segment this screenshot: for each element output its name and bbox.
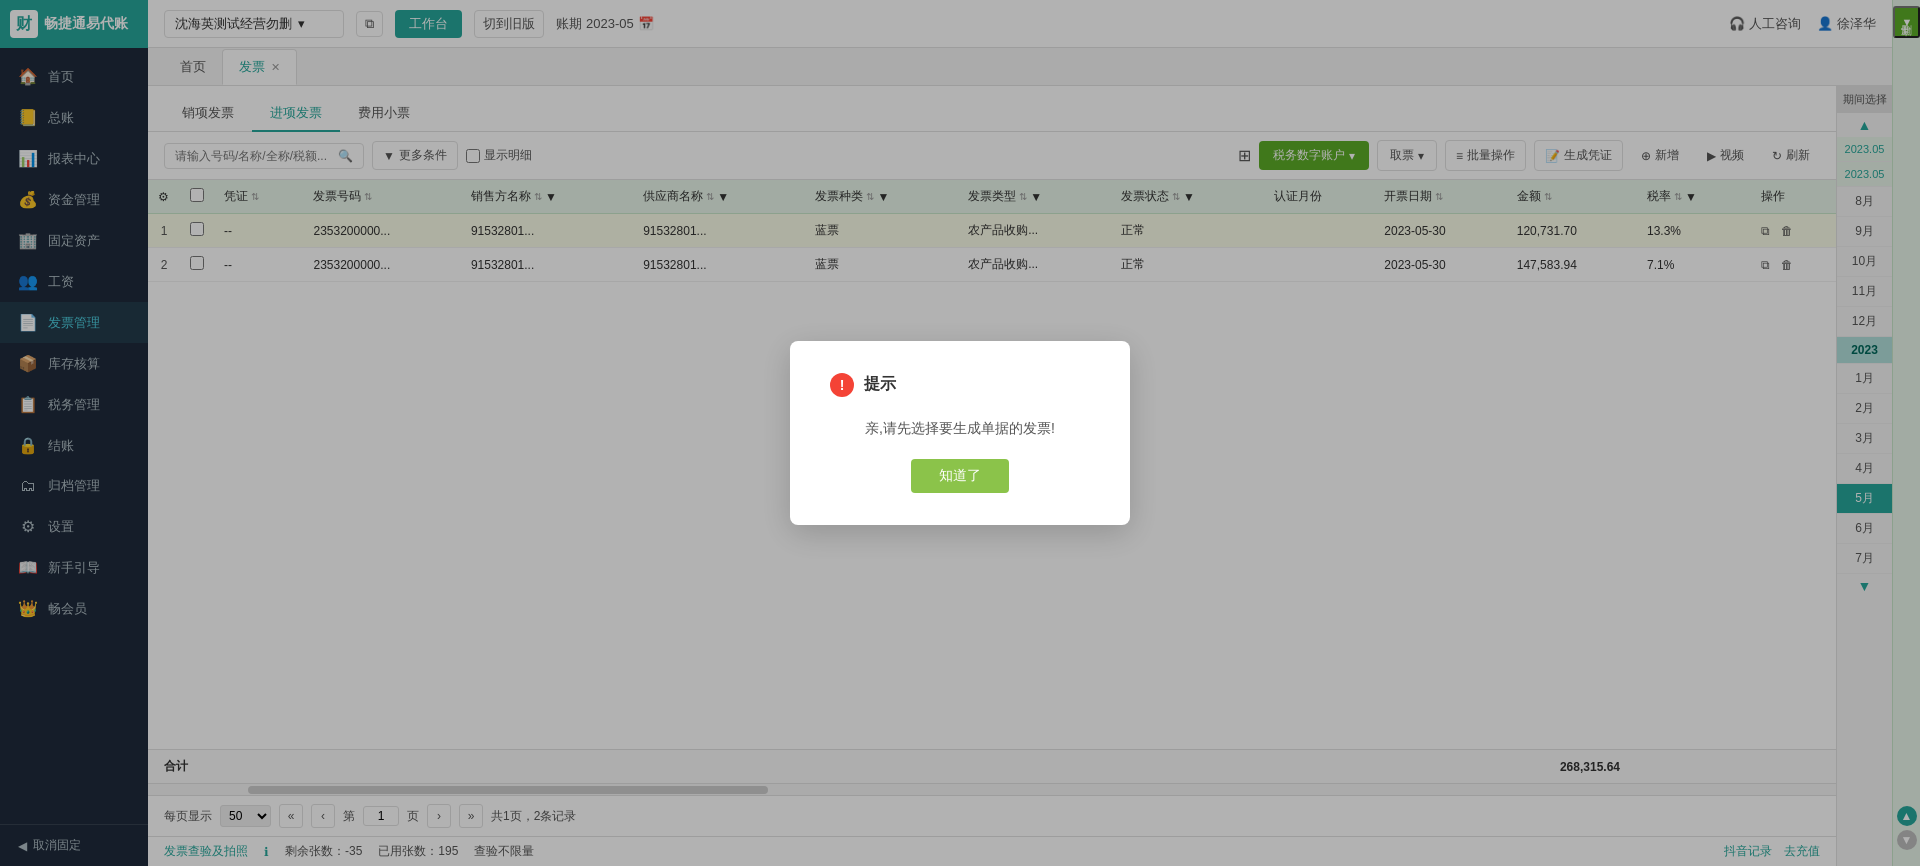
modal-title: 提示 <box>864 374 896 395</box>
modal-header: ! 提示 <box>830 373 896 397</box>
modal-dialog: ! 提示 亲,请先选择要生成单据的发票! 知道了 <box>790 341 1130 525</box>
modal-body: 亲,请先选择要生成单据的发票! <box>865 417 1055 439</box>
modal-overlay: ! 提示 亲,请先选择要生成单据的发票! 知道了 <box>0 0 1920 866</box>
warning-icon: ! <box>830 373 854 397</box>
modal-message: 亲,请先选择要生成单据的发票! <box>865 420 1055 436</box>
modal-footer: 知道了 <box>911 459 1009 493</box>
modal-confirm-button[interactable]: 知道了 <box>911 459 1009 493</box>
